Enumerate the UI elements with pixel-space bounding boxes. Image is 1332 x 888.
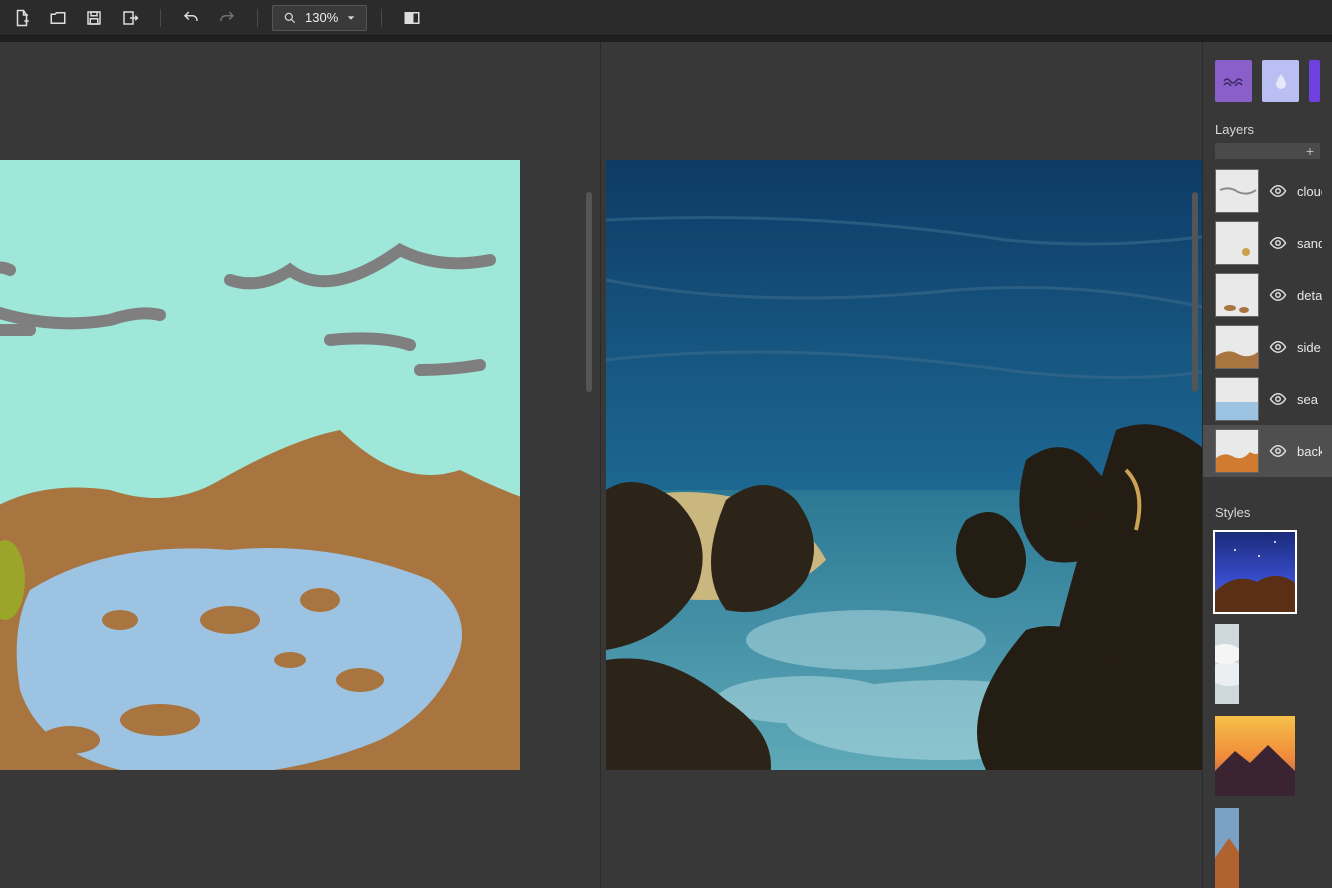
render-scrollbar[interactable] — [1192, 192, 1198, 392]
visibility-icon[interactable] — [1269, 390, 1287, 408]
sketch-scrollbar[interactable] — [586, 192, 592, 392]
panel-divider[interactable] — [596, 42, 606, 888]
chevron-down-icon — [346, 13, 356, 23]
layer-thumb — [1215, 169, 1259, 213]
layer-thumb — [1215, 429, 1259, 473]
search-icon — [283, 11, 297, 25]
toolbar-separator — [160, 9, 161, 27]
top-toolbar: 130% — [0, 0, 1332, 36]
render-canvas[interactable] — [606, 160, 1202, 770]
styles-grid — [1203, 526, 1332, 888]
layer-label: cloud — [1297, 184, 1322, 199]
style-thumbnail[interactable] — [1213, 806, 1241, 888]
zoom-value: 130% — [305, 10, 338, 25]
layer-row[interactable]: sand — [1203, 217, 1332, 269]
toolbar-separator — [257, 9, 258, 27]
layer-thumb — [1215, 377, 1259, 421]
undo-button[interactable] — [175, 4, 207, 32]
visibility-icon[interactable] — [1269, 182, 1287, 200]
layer-row[interactable]: sea — [1203, 373, 1332, 425]
tool-swatch-row — [1203, 42, 1332, 112]
save-button[interactable] — [78, 4, 110, 32]
layer-thumb — [1215, 273, 1259, 317]
new-file-button[interactable] — [6, 4, 38, 32]
layer-row[interactable]: detail — [1203, 269, 1332, 321]
style-thumbnail[interactable] — [1213, 530, 1297, 614]
layers-title: Layers — [1203, 112, 1332, 143]
open-file-button[interactable] — [42, 4, 74, 32]
tool-swatch-extra[interactable] — [1309, 60, 1320, 102]
redo-button[interactable] — [211, 4, 243, 32]
layer-label: sand — [1297, 236, 1322, 251]
render-panel — [606, 42, 1202, 888]
toolbar-separator — [381, 9, 382, 27]
add-layer-button[interactable]: + — [1215, 143, 1320, 159]
visibility-icon[interactable] — [1269, 442, 1287, 460]
styles-title: Styles — [1203, 495, 1332, 526]
plus-icon: + — [1306, 143, 1314, 159]
sketch-panel — [0, 42, 596, 888]
layers-list: cloud sand detail side r sea — [1203, 165, 1332, 477]
style-thumbnail[interactable] — [1213, 714, 1297, 798]
layer-label: detail — [1297, 288, 1322, 303]
style-thumbnail[interactable] — [1213, 622, 1241, 706]
layer-thumb — [1215, 325, 1259, 369]
compare-view-button[interactable] — [396, 4, 428, 32]
visibility-icon[interactable] — [1269, 234, 1287, 252]
visibility-icon[interactable] — [1269, 338, 1287, 356]
main-area: Layers + cloud sand detail sid — [0, 42, 1332, 888]
layer-row[interactable]: cloud — [1203, 165, 1332, 217]
tool-swatch-drop[interactable] — [1262, 60, 1299, 102]
tool-swatch-water[interactable] — [1215, 60, 1252, 102]
sketch-canvas[interactable] — [0, 160, 520, 770]
layer-row[interactable]: back — [1203, 425, 1332, 477]
zoom-control[interactable]: 130% — [272, 5, 367, 31]
side-panel: Layers + cloud sand detail sid — [1202, 42, 1332, 888]
layer-row[interactable]: side r — [1203, 321, 1332, 373]
layer-label: sea — [1297, 392, 1318, 407]
export-button[interactable] — [114, 4, 146, 32]
layer-label: side r — [1297, 340, 1322, 355]
visibility-icon[interactable] — [1269, 286, 1287, 304]
layer-thumb — [1215, 221, 1259, 265]
layer-label: back — [1297, 444, 1322, 459]
